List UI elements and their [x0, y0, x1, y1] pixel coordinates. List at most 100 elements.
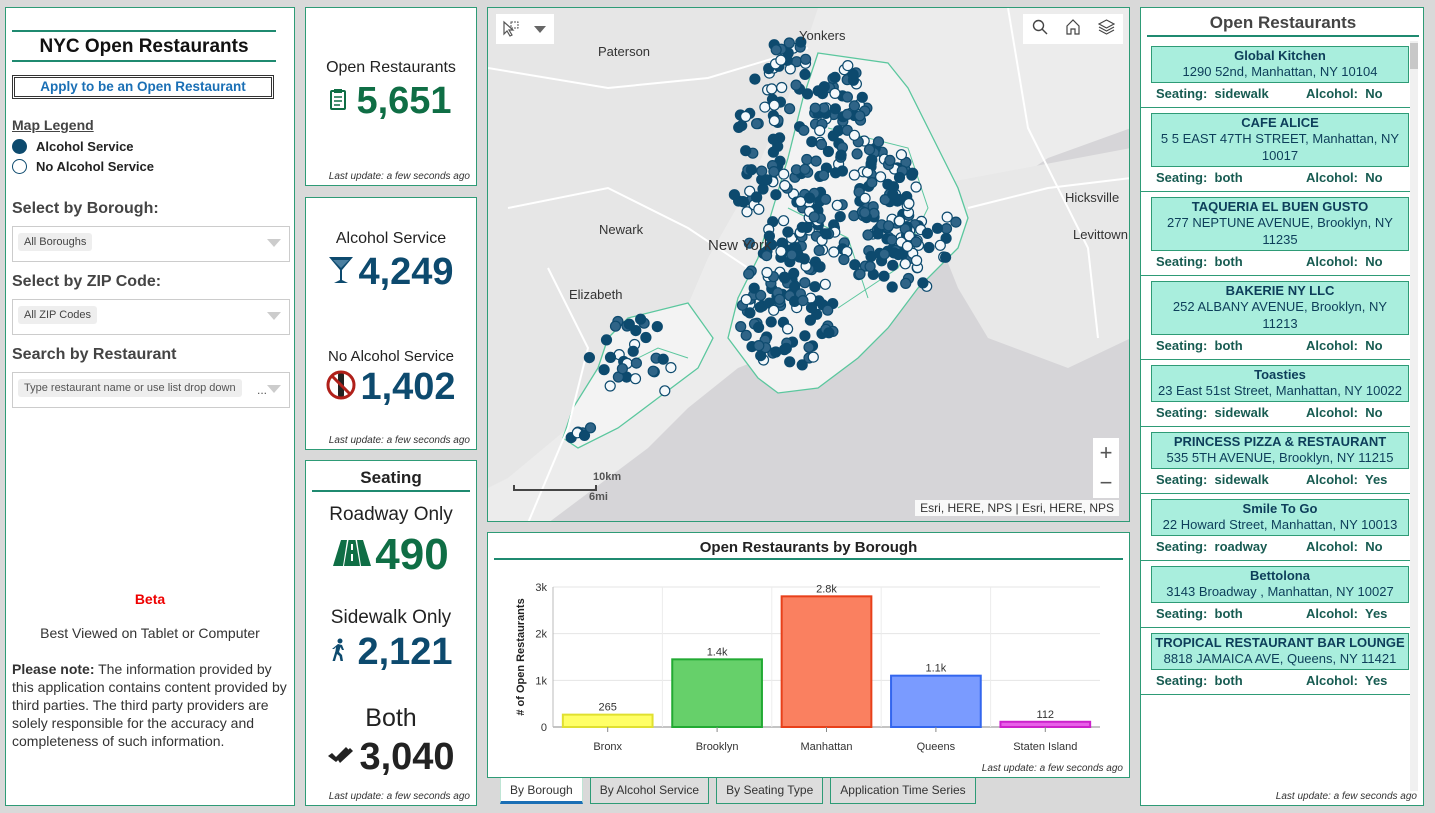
alcohol-restaurant-point[interactable]: [866, 154, 878, 166]
alcohol-restaurant-point[interactable]: [809, 281, 821, 293]
alcohol-restaurant-point[interactable]: [893, 171, 906, 184]
no-alcohol-restaurant-point[interactable]: [875, 171, 887, 183]
no-alcohol-restaurant-point[interactable]: [629, 373, 642, 385]
alcohol-restaurant-point[interactable]: [887, 188, 899, 200]
alcohol-restaurant-point[interactable]: [820, 228, 832, 240]
alcohol-restaurant-point[interactable]: [829, 103, 841, 115]
no-alcohol-restaurant-point[interactable]: [842, 59, 854, 72]
no-alcohol-restaurant-point[interactable]: [848, 129, 860, 141]
alcohol-restaurant-point[interactable]: [753, 340, 765, 352]
alcohol-restaurant-point[interactable]: [931, 222, 944, 234]
alcohol-restaurant-point[interactable]: [854, 268, 866, 280]
alcohol-restaurant-point[interactable]: [886, 281, 898, 293]
restaurant-card[interactable]: Bettolona 3143 Broadway , Manhattan, NY 1…: [1151, 566, 1409, 603]
alcohol-restaurant-point[interactable]: [798, 253, 810, 265]
list-item[interactable]: Smile To Go 22 Howard Street, Manhattan, …: [1141, 494, 1417, 561]
alcohol-restaurant-point[interactable]: [783, 37, 795, 49]
alcohol-restaurant-point[interactable]: [647, 365, 659, 377]
alcohol-restaurant-point[interactable]: [878, 248, 890, 260]
alcohol-restaurant-point[interactable]: [866, 177, 878, 189]
alcohol-restaurant-point[interactable]: [883, 220, 895, 232]
alcohol-restaurant-point[interactable]: [735, 321, 747, 333]
alcohol-restaurant-point[interactable]: [743, 268, 755, 280]
no-alcohol-restaurant-point[interactable]: [775, 245, 787, 257]
alcohol-restaurant-point[interactable]: [796, 221, 808, 233]
alcohol-restaurant-point[interactable]: [778, 271, 790, 283]
no-alcohol-restaurant-point[interactable]: [848, 169, 860, 181]
alcohol-restaurant-point[interactable]: [630, 357, 642, 369]
alcohol-restaurant-point[interactable]: [848, 100, 860, 112]
list-item[interactable]: PRINCESS PIZZA & RESTAURANT 535 5TH AVENU…: [1141, 427, 1417, 494]
alcohol-restaurant-point[interactable]: [804, 314, 816, 326]
tab-application-time-series[interactable]: Application Time Series: [830, 778, 976, 804]
alcohol-restaurant-point[interactable]: [768, 166, 780, 178]
alcohol-restaurant-point[interactable]: [784, 356, 796, 368]
search-icon[interactable]: [1032, 19, 1048, 40]
alcohol-restaurant-point[interactable]: [584, 422, 597, 434]
no-alcohol-restaurant-point[interactable]: [768, 115, 780, 127]
map-attribution[interactable]: Esri, HERE, NPS | Esri, HERE, NPS: [915, 500, 1119, 516]
no-alcohol-restaurant-point[interactable]: [740, 110, 752, 123]
alcohol-restaurant-point[interactable]: [744, 307, 756, 319]
no-alcohol-restaurant-point[interactable]: [768, 99, 780, 111]
restaurant-card[interactable]: BAKERIE NY LLC 252 ALBANY AVENUE, Brookly…: [1151, 281, 1409, 335]
alcohol-restaurant-point[interactable]: [736, 119, 748, 132]
restaurant-card[interactable]: PRINCESS PIZZA & RESTAURANT 535 5TH AVENU…: [1151, 432, 1409, 469]
list-item[interactable]: Global Kitchen 1290 52nd, Manhattan, NY 1…: [1141, 41, 1417, 108]
list-item[interactable]: Toasties 23 East 51st Street, Manhattan, …: [1141, 360, 1417, 427]
alcohol-restaurant-point[interactable]: [835, 149, 847, 161]
alcohol-restaurant-point[interactable]: [799, 163, 811, 175]
alcohol-restaurant-point[interactable]: [917, 277, 929, 289]
alcohol-restaurant-point[interactable]: [754, 301, 766, 313]
alcohol-restaurant-point[interactable]: [864, 260, 876, 273]
alcohol-restaurant-point[interactable]: [805, 302, 818, 314]
no-alcohol-restaurant-point[interactable]: [775, 54, 787, 66]
alcohol-restaurant-point[interactable]: [598, 364, 610, 376]
no-alcohol-restaurant-point[interactable]: [895, 149, 907, 161]
restaurant-card[interactable]: Global Kitchen 1290 52nd, Manhattan, NY 1…: [1151, 46, 1409, 83]
alcohol-restaurant-point[interactable]: [797, 295, 809, 307]
alcohol-restaurant-point[interactable]: [635, 313, 647, 325]
no-alcohol-restaurant-point[interactable]: [604, 380, 616, 392]
alcohol-restaurant-point[interactable]: [806, 136, 818, 148]
alcohol-restaurant-point[interactable]: [810, 155, 822, 167]
alcohol-restaurant-point[interactable]: [748, 282, 760, 294]
alcohol-restaurant-point[interactable]: [750, 191, 763, 203]
alcohol-restaurant-point[interactable]: [616, 363, 628, 375]
list-item[interactable]: CAFE ALICE 5 5 EAST 47TH STREET, Manhatta…: [1141, 108, 1417, 192]
restaurant-card[interactable]: CAFE ALICE 5 5 EAST 47TH STREET, Manhatta…: [1151, 113, 1409, 167]
alcohol-restaurant-point[interactable]: [823, 327, 835, 339]
restaurant-card[interactable]: Smile To Go 22 Howard Street, Manhattan, …: [1151, 499, 1409, 536]
alcohol-restaurant-point[interactable]: [799, 330, 811, 342]
alcohol-restaurant-point[interactable]: [834, 211, 846, 223]
alcohol-restaurant-point[interactable]: [799, 277, 811, 289]
alcohol-restaurant-point[interactable]: [609, 320, 622, 332]
zoom-in-button[interactable]: +: [1093, 438, 1119, 468]
no-alcohol-restaurant-point[interactable]: [899, 258, 911, 270]
restaurant-list[interactable]: Global Kitchen 1290 52nd, Manhattan, NY 1…: [1141, 41, 1417, 791]
alcohol-restaurant-point[interactable]: [640, 331, 652, 344]
alcohol-restaurant-point[interactable]: [728, 189, 740, 201]
alcohol-restaurant-point[interactable]: [862, 229, 874, 241]
list-item[interactable]: TROPICAL RESTAURANT BAR LOUNGE 8818 JAMAI…: [1141, 628, 1417, 695]
no-alcohol-restaurant-point[interactable]: [779, 179, 791, 192]
alcohol-restaurant-point[interactable]: [814, 261, 826, 273]
alcohol-restaurant-point[interactable]: [886, 234, 898, 246]
restaurant-card[interactable]: Toasties 23 East 51st Street, Manhattan, …: [1151, 365, 1409, 402]
alcohol-restaurant-point[interactable]: [847, 68, 859, 81]
alcohol-restaurant-point[interactable]: [780, 342, 792, 354]
alcohol-restaurant-point[interactable]: [820, 193, 832, 205]
alcohol-restaurant-point[interactable]: [813, 244, 825, 257]
alcohol-restaurant-point[interactable]: [921, 227, 933, 239]
tab-by-alcohol-service[interactable]: By Alcohol Service: [589, 778, 710, 804]
no-alcohol-restaurant-point[interactable]: [753, 203, 765, 215]
alcohol-restaurant-point[interactable]: [829, 71, 841, 84]
alcohol-restaurant-point[interactable]: [740, 145, 752, 157]
tab-by-seating-type[interactable]: By Seating Type: [716, 778, 824, 804]
no-alcohol-restaurant-point[interactable]: [665, 362, 677, 374]
alcohol-restaurant-point[interactable]: [784, 103, 796, 115]
alcohol-restaurant-point[interactable]: [790, 79, 802, 91]
no-alcohol-restaurant-point[interactable]: [910, 181, 922, 193]
borough-select[interactable]: All Boroughs: [12, 226, 290, 262]
alcohol-restaurant-point[interactable]: [815, 138, 828, 150]
